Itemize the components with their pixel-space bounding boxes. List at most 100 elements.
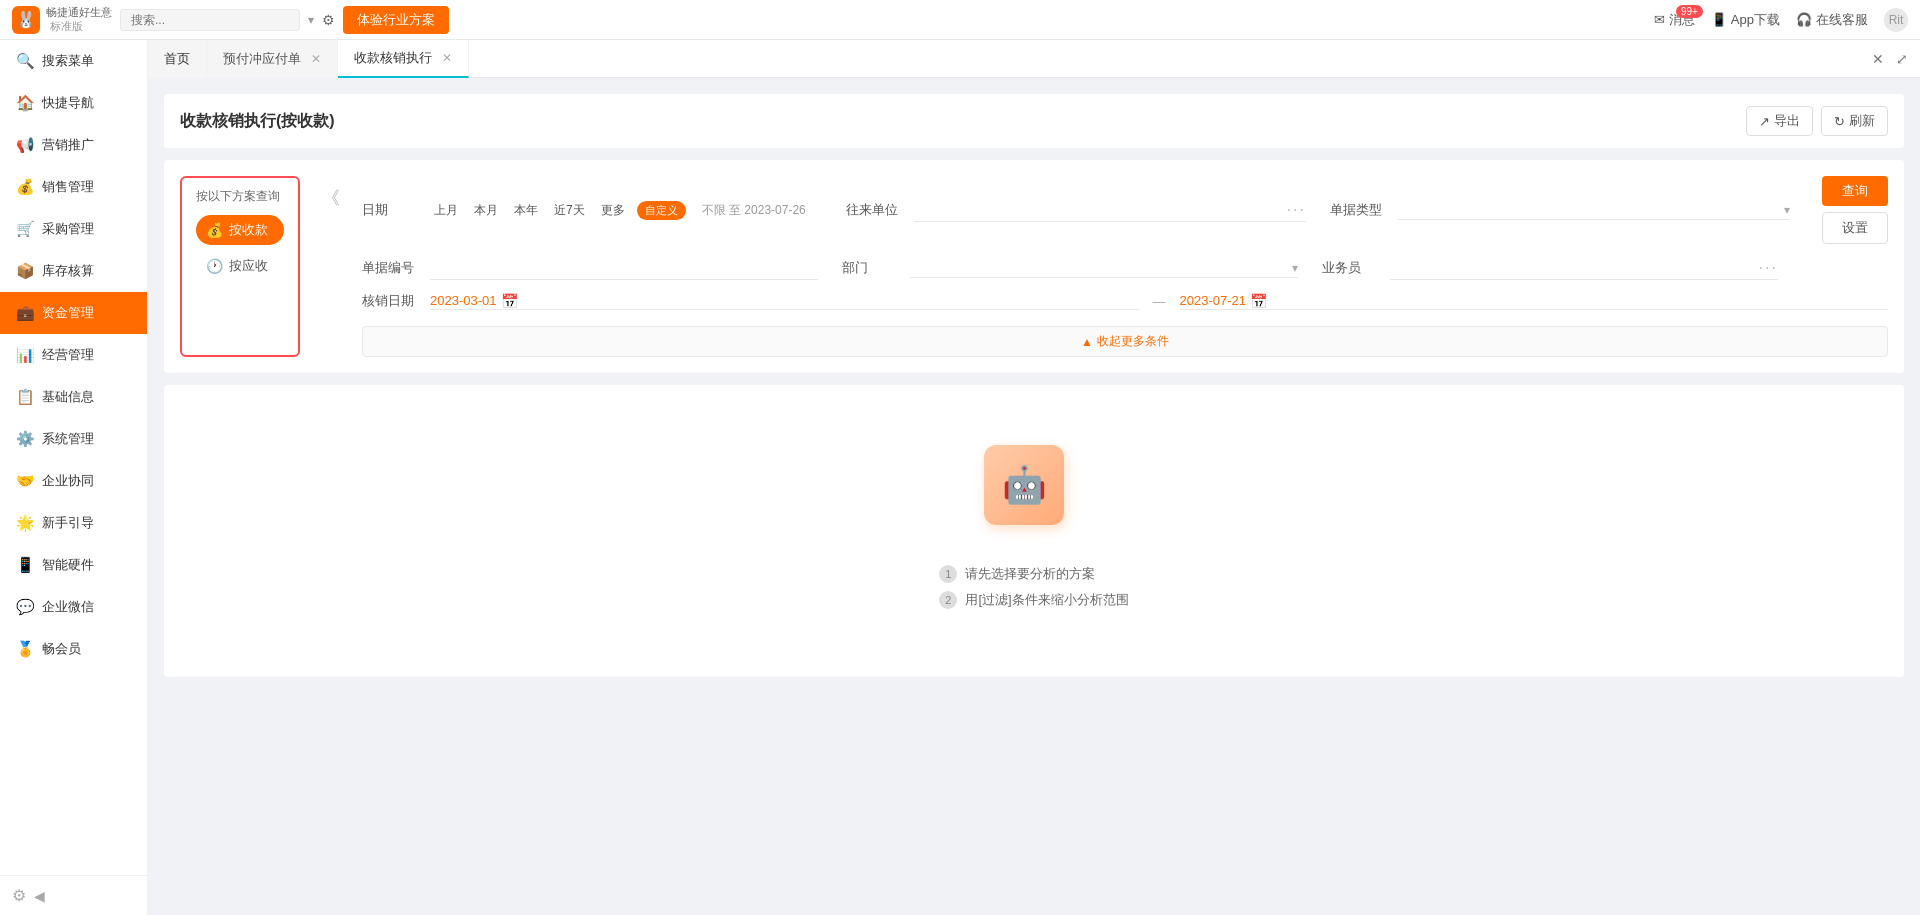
sidebar-item-quick-nav[interactable]: 🏠 快捷导航 [0,82,147,124]
page-content: 收款核销执行(按收款) ↗ 导出 ↻ 刷新 按以下方案查询 [148,78,1920,915]
verify-date-from-calendar-icon[interactable]: 📅 [501,293,518,309]
sidebar-item-member[interactable]: 🏅 畅会员 [0,628,147,670]
sidebar: 🔍 搜索菜单 🏠 快捷导航 📢 营销推广 💰 销售管理 🛒 采购管理 📦 库存核… [0,40,148,915]
industry-solution-button[interactable]: 体验行业方案 [343,6,449,34]
last-7-days-btn[interactable]: 近7天 [550,200,589,221]
filter-row-3: 核销日期 2023-03-01 📅 — 2023-07-21 📅 [362,292,1888,310]
sidebar-settings-icon[interactable]: ⚙ [12,886,26,905]
collapse-more-btn[interactable]: ▲ 收起更多条件 [362,326,1888,357]
empty-step-2: 2 用[过滤]条件来缩小分析范围 [939,591,1128,609]
refresh-icon: ↻ [1834,114,1845,129]
export-icon: ↗ [1759,114,1770,129]
tab-close-prepay[interactable]: ✕ [311,52,321,66]
logo-icon: 🐰 [12,6,40,34]
date-separator: — [1147,294,1172,309]
tab-receipt-exec[interactable]: 收款核销执行 ✕ [338,40,469,78]
sidebar-item-sales[interactable]: 💰 销售管理 [0,166,147,208]
department-field: 部门 ▾ [842,259,1298,278]
inventory-icon: 📦 [16,262,34,280]
salesperson-select[interactable]: ··· [1390,257,1778,280]
sidebar-item-system[interactable]: ⚙️ 系统管理 [0,418,147,460]
tab-prepay[interactable]: 预付冲应付单 ✕ [207,40,338,78]
sidebar-item-basic[interactable]: 📋 基础信息 [0,376,147,418]
empty-robot-icon: 🤖 [984,445,1064,525]
tab-bar-right: ✕ ⤢ [1868,47,1920,71]
verify-date-from: 2023-03-01 📅 [430,293,1139,310]
last-month-btn[interactable]: 上月 [430,200,462,221]
refresh-button[interactable]: ↻ 刷新 [1821,106,1888,136]
verify-date-field: 核销日期 2023-03-01 📅 — 2023-07-21 📅 [362,292,1888,310]
sidebar-item-collab[interactable]: 🤝 企业协同 [0,460,147,502]
date-shortcuts: 上月 本月 本年 近7天 更多 自定义 [430,200,686,221]
sidebar-item-guide[interactable]: 🌟 新手引导 [0,502,147,544]
sidebar-item-funds[interactable]: 💼 资金管理 [0,292,147,334]
sidebar-item-smart-hw[interactable]: 📱 智能硬件 [0,544,147,586]
sidebar-item-wechat[interactable]: 💬 企业微信 [0,586,147,628]
more-dates-btn[interactable]: 更多 [597,200,629,221]
step-1-num: 1 [939,565,957,583]
receipt-icon: 💰 [206,222,223,238]
search-chevron-icon[interactable]: ▾ [308,13,314,27]
page-header-actions: ↗ 导出 ↻ 刷新 [1746,106,1888,136]
this-year-btn[interactable]: 本年 [510,200,542,221]
salesperson-field: 业务员 ··· [1322,257,1778,280]
department-chevron-icon: ▾ [1292,261,1298,275]
filter-fields: 日期 上月 本月 本年 近7天 更多 自定义 不限 至 2023-07-26 [362,176,1888,357]
online-service-link[interactable]: 🎧 在线客服 [1796,11,1868,29]
verify-date-to-calendar-icon[interactable]: 📅 [1250,293,1267,309]
collapse-chevron-icon: ▲ [1081,335,1093,349]
export-button[interactable]: ↗ 导出 [1746,106,1813,136]
settings-icon[interactable]: ⚙ [322,12,335,28]
brand-text: 畅捷通好生意 标准版 [46,6,112,32]
empty-steps: 1 请先选择要分析的方案 2 用[过滤]条件来缩小分析范围 [939,565,1128,617]
tab-maximize-button[interactable]: ⤢ [1892,47,1912,71]
department-label: 部门 [842,259,902,277]
sidebar-bottom: ⚙ ◀ [0,875,147,915]
app-download-link[interactable]: 📱 App下载 [1711,11,1780,29]
sidebar-item-purchase[interactable]: 🛒 采购管理 [0,208,147,250]
sidebar-item-inventory[interactable]: 📦 库存核算 [0,250,147,292]
filter-by-receipt-option[interactable]: 💰 按收款 [196,215,284,245]
salesperson-dots-icon[interactable]: ··· [1759,259,1778,277]
tab-close-all-button[interactable]: ✕ [1868,47,1888,71]
tab-bar: 首页 预付冲应付单 ✕ 收款核销执行 ✕ ✕ ⤢ [148,40,1920,78]
doc-type-label: 单据类型 [1330,201,1390,219]
avatar[interactable]: Rit [1884,8,1908,32]
settings-button[interactable]: 设置 [1822,212,1888,244]
custom-date-tag[interactable]: 自定义 [637,201,686,220]
verify-date-to-val: 2023-07-21 [1180,293,1247,308]
tab-close-receipt-exec[interactable]: ✕ [442,51,452,65]
query-button[interactable]: 查询 [1822,176,1888,206]
empty-state: 🤖 1 请先选择要分析的方案 2 用[过滤]条件来缩小分析范围 [164,385,1904,677]
filter-by-receivable-option[interactable]: 🕐 按应收 [196,251,284,281]
wechat-icon: 💬 [16,598,34,616]
filter-row-1: 日期 上月 本月 本年 近7天 更多 自定义 不限 至 2023-07-26 [362,176,1888,244]
counterparty-field: 往来单位 ··· [846,199,1306,222]
basic-icon: 📋 [16,388,34,406]
messages-button[interactable]: ✉ 消息 99+ [1654,11,1695,29]
counterparty-dots-icon[interactable]: ··· [1287,201,1306,219]
message-icon: ✉ [1654,12,1665,27]
sidebar-collapse-icon[interactable]: ◀ [34,888,45,904]
salesperson-label: 业务员 [1322,259,1382,277]
filter-collapse-left-button[interactable]: 《 [316,186,346,210]
doc-no-input[interactable] [430,256,818,280]
tab-home[interactable]: 首页 [148,40,207,78]
member-icon: 🏅 [16,640,34,658]
headset-icon: 🎧 [1796,12,1812,27]
purchase-icon: 🛒 [16,220,34,238]
doc-type-field: 单据类型 ▾ [1330,201,1790,220]
doc-type-select[interactable]: ▾ [1398,201,1790,220]
verify-date-to: 2023-07-21 📅 [1180,293,1889,310]
department-select[interactable]: ▾ [910,259,1298,278]
filter-section-title: 按以下方案查询 [196,188,284,205]
doc-type-chevron-icon: ▾ [1784,203,1790,217]
sidebar-item-marketing[interactable]: 📢 营销推广 [0,124,147,166]
sidebar-item-search-menu[interactable]: 🔍 搜索菜单 [0,40,147,82]
counterparty-select[interactable]: ··· [914,199,1306,222]
funds-icon: 💼 [16,304,34,322]
guide-icon: 🌟 [16,514,34,532]
sidebar-item-ops[interactable]: 📊 经营管理 [0,334,147,376]
search-input[interactable] [120,9,300,31]
this-month-btn[interactable]: 本月 [470,200,502,221]
